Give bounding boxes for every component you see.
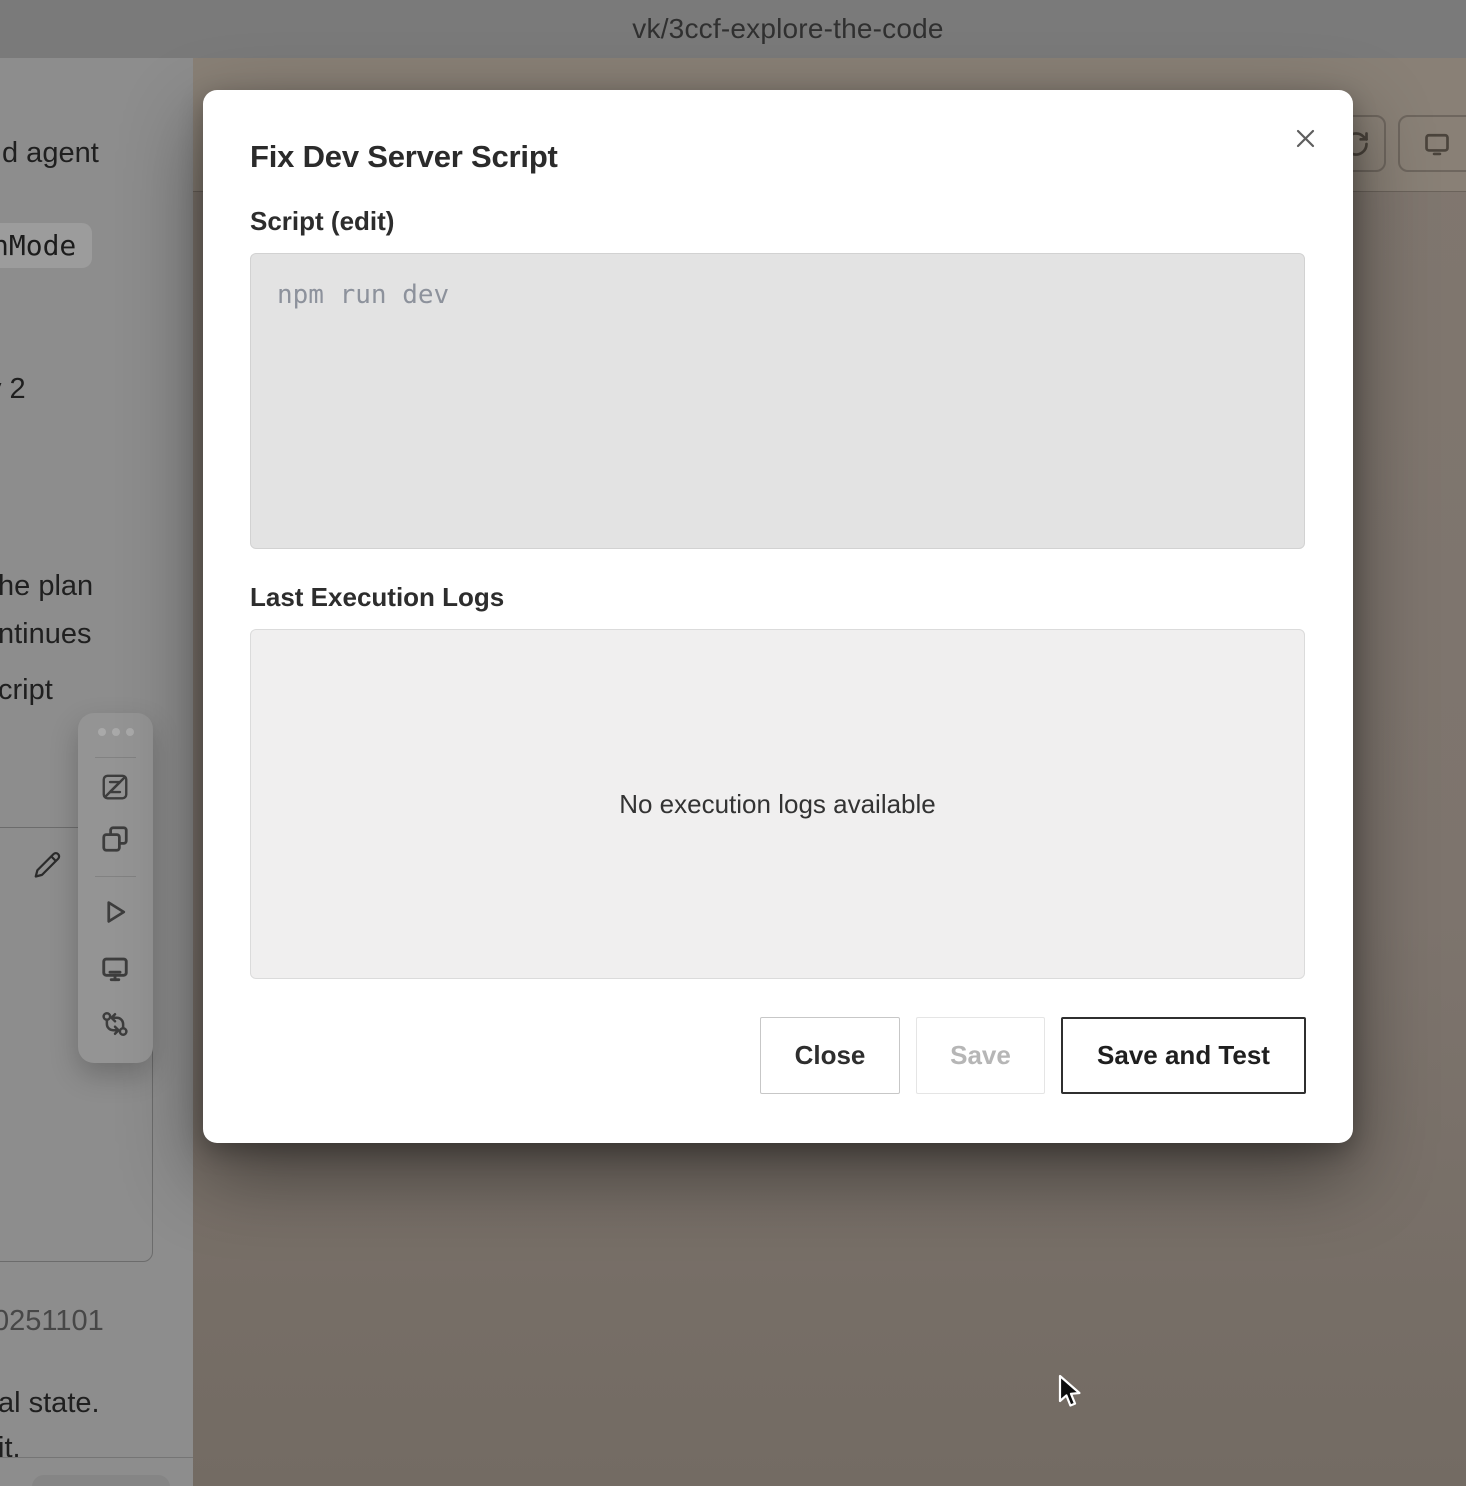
sidebar-text-line: cript [0,674,53,706]
sidebar-text-line: he plan [0,570,94,602]
save-button[interactable]: Save [916,1017,1045,1094]
play-icon[interactable] [100,897,130,927]
script-textarea[interactable] [250,253,1305,549]
dialog-footer: Close Save Save and Test [760,1017,1306,1094]
sidebar-text-line: ntinues [0,618,92,650]
palette-divider [95,876,136,877]
logs-empty-message: No execution logs available [619,788,936,819]
code-chip: nMode [0,223,93,268]
close-button[interactable]: Close [760,1017,900,1094]
sidebar-divider [0,1457,193,1458]
message-composer-input[interactable] [32,1475,170,1486]
app-screen: vk/3ccf-explore-the-code d agent nMode y… [0,0,1466,1486]
copy-icon[interactable] [100,824,130,854]
pencil-icon[interactable] [32,850,62,880]
fix-dev-server-script-dialog: Fix Dev Server Script Script (edit) Last… [203,90,1353,1143]
monitor-icon[interactable] [100,954,130,984]
close-icon[interactable] [1285,118,1325,158]
save-and-test-button[interactable]: Save and Test [1061,1017,1306,1094]
sidebar-text-line: y 2 [0,373,26,405]
floating-tool-palette [78,713,153,1063]
sidebar-text-line: it. [0,1432,21,1464]
sidebar-text-line: al state. [0,1387,100,1419]
chat-sidebar: d agent nMode y 2 he plan ntinues cript … [0,58,193,1486]
execution-logs-box: No execution logs available [250,629,1305,979]
logs-label: Last Execution Logs [250,582,505,612]
window-titlebar: vk/3ccf-explore-the-code [0,0,1466,59]
sidebar-text-line: 0251101 [0,1305,104,1337]
window-title: vk/3ccf-explore-the-code [632,13,944,44]
agent-logo-icon[interactable] [100,772,130,802]
dialog-title: Fix Dev Server Script [250,139,558,174]
drag-handle-icon[interactable] [78,728,153,736]
script-label: Script (edit) [250,206,395,236]
monitor-view-button[interactable] [1398,115,1466,172]
sidebar-text-line: d agent [2,137,99,169]
git-compare-icon[interactable] [100,1009,130,1039]
palette-divider [95,757,136,758]
